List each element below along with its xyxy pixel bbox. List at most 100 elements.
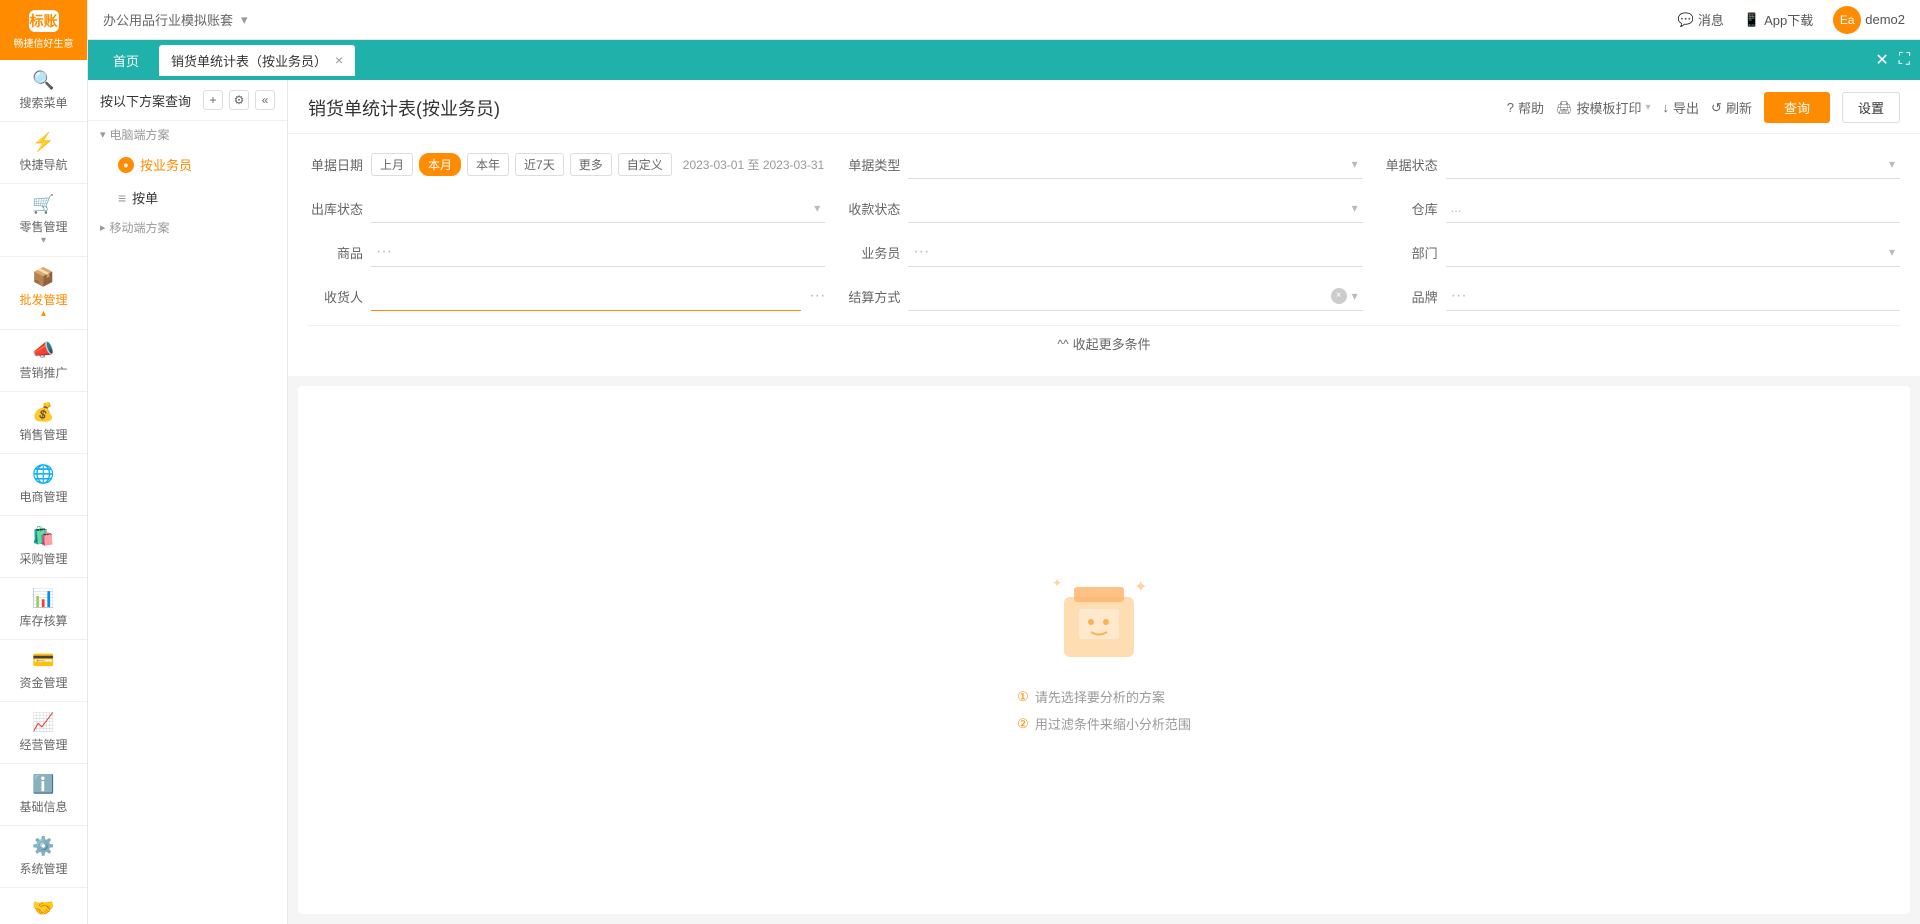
add-scheme-btn[interactable]: + — [203, 90, 223, 110]
svg-text:✦: ✦ — [1052, 576, 1062, 590]
date-range-text: 2023-03-01 至 2023-03-31 — [683, 156, 824, 173]
date-btn-7days[interactable]: 近7天 — [515, 153, 564, 176]
date-btn-this-year[interactable]: 本年 — [467, 153, 509, 176]
tab-bar-right: ✕ ⛶ — [1875, 50, 1910, 70]
settings-btn[interactable]: 设置 — [1842, 92, 1900, 123]
out-status-select[interactable]: ▾ — [371, 193, 825, 223]
sidebar-item-shortcut[interactable]: ⚡ 快捷导航 — [0, 122, 87, 184]
filter-row-4: 收货人 ··· 结算方式 × ▾ — [308, 281, 1900, 311]
expand-arrow-wholesale: ▴ — [41, 308, 46, 319]
tree-item-by-salesman[interactable]: ● 按业务员 — [88, 148, 287, 181]
filter-row-2: 出库状态 ▾ 收款状态 ▾ 仓库 — [308, 193, 1900, 223]
message-btn[interactable]: 💬 消息 — [1678, 10, 1724, 29]
out-status-label: 出库状态 — [308, 199, 363, 218]
date-btn-this-month[interactable]: 本月 — [419, 153, 461, 176]
active-dot: ● — [118, 157, 134, 173]
tab-window-close[interactable]: ✕ — [1875, 50, 1888, 70]
salesman-select[interactable]: ··· — [908, 237, 1362, 267]
sidebar-item-operations[interactable]: 📈 经营管理 — [0, 702, 87, 764]
receiver-dots[interactable]: ··· — [809, 287, 825, 305]
out-status-dropdown-icon: ▾ — [814, 201, 820, 215]
sidebar-item-finance[interactable]: 💳 资金管理 — [0, 640, 87, 702]
receiver-input[interactable] — [371, 281, 801, 311]
date-btn-last-month[interactable]: 上月 — [371, 153, 413, 176]
sidebar-item-inventory[interactable]: 📊 库存核算 — [0, 578, 87, 640]
settlement-dropdown-icon: ▾ — [1352, 289, 1358, 303]
right-content: 销货单统计表(按业务员) ? 帮助 🖨 按模板打印 ▾ ↓ 导出 — [288, 80, 1920, 924]
page-title-bar: 销货单统计表(按业务员) ? 帮助 🖨 按模板打印 ▾ ↓ 导出 — [288, 80, 1920, 134]
app-logo[interactable]: 标账 畅捷信好生意 — [0, 0, 88, 60]
collapse-panel-btn[interactable]: « — [255, 90, 275, 110]
page-title: 销货单统计表(按业务员) — [308, 95, 500, 121]
settlement-select[interactable]: × ▾ — [908, 281, 1362, 311]
doc-status-label: 单据状态 — [1383, 155, 1438, 174]
header-breadcrumb: 办公用品行业模拟账套 ▾ — [103, 10, 248, 29]
help-icon: ? — [1507, 100, 1514, 115]
print-dropdown-arrow: ▾ — [1646, 102, 1651, 113]
settlement-clear-btn[interactable]: × — [1331, 288, 1347, 304]
page-actions: ? 帮助 🖨 按模板打印 ▾ ↓ 导出 ↺ 刷新 — [1507, 92, 1900, 123]
settlement-label: 结算方式 — [845, 287, 900, 306]
print-btn[interactable]: 🖨 按模板打印 ▾ — [1556, 98, 1651, 117]
dropdown-arrow[interactable]: ▾ — [241, 12, 248, 28]
user-profile-btn[interactable]: Ea demo2 — [1833, 6, 1905, 34]
left-panel-title: 按以下方案查询 — [100, 91, 191, 110]
sidebar-item-basic[interactable]: ℹ️ 基础信息 — [0, 764, 87, 826]
collapse-up-icon: ^^ — [1057, 337, 1068, 351]
left-panel-actions: + ⚙ « — [203, 90, 275, 110]
payment-status-label: 收款状态 — [845, 199, 900, 218]
operations-icon: 📈 — [32, 712, 54, 733]
product-select[interactable]: ··· — [371, 237, 825, 267]
date-label: 单据日期 — [308, 155, 363, 174]
sidebar-item-system[interactable]: ⚙️ 系统管理 — [0, 826, 87, 888]
payment-status-select[interactable]: ▾ — [908, 193, 1362, 223]
tab-close-btn[interactable]: × — [335, 53, 343, 67]
help-btn[interactable]: ? 帮助 — [1507, 98, 1544, 117]
warehouse-select[interactable]: ... — [1446, 193, 1900, 223]
export-btn[interactable]: ↓ 导出 — [1663, 98, 1700, 117]
doc-status-dropdown-icon: ▾ — [1889, 157, 1895, 171]
date-btn-more[interactable]: 更多 — [570, 153, 612, 176]
sidebar-item-search[interactable]: 🔍 搜索菜单 — [0, 60, 87, 122]
filter-doc-type: 单据类型 ▾ — [845, 149, 1362, 179]
sidebar-item-wholesale[interactable]: 📦 批发管理 ▴ — [0, 257, 87, 330]
collapse-row: ^^ 收起更多条件 — [308, 325, 1900, 361]
department-select[interactable]: ▾ — [1446, 237, 1900, 267]
filter-payment-status: 收款状态 ▾ — [845, 193, 1362, 223]
refresh-btn[interactable]: ↺ 刷新 — [1711, 98, 1752, 117]
payment-status-dropdown-icon: ▾ — [1352, 201, 1358, 215]
tree-section-mobile: ▸ 移动端方案 — [88, 214, 287, 241]
sidebar-item-sales[interactable]: 💰 销售管理 — [0, 392, 87, 454]
doc-type-label: 单据类型 — [845, 155, 900, 174]
filter-brand: 品牌 ··· — [1383, 281, 1900, 311]
sidebar-item-marketing[interactable]: 📣 营销推广 — [0, 330, 87, 392]
message-icon: 💬 — [1678, 12, 1694, 28]
query-btn[interactable]: 查询 — [1764, 92, 1830, 123]
filter-settlement: 结算方式 × ▾ — [845, 281, 1362, 311]
wholesale-icon: 📦 — [32, 267, 54, 288]
app-download-btn[interactable]: 📱 App下载 — [1744, 10, 1813, 29]
tree-item-by-order[interactable]: ≡ 按单 — [88, 181, 287, 214]
sales-icon: 💰 — [32, 402, 54, 423]
filter-row-1: 单据日期 上月 本月 本年 近7天 更多 自定义 2023-03-01 至 20… — [308, 149, 1900, 179]
shortcut-icon: ⚡ — [32, 132, 54, 153]
settings-scheme-btn[interactable]: ⚙ — [229, 90, 249, 110]
svg-text:✦: ✦ — [1134, 579, 1147, 596]
sidebar-item-purchase[interactable]: 🛍️ 采购管理 — [0, 516, 87, 578]
date-btn-custom[interactable]: 自定义 — [618, 153, 672, 176]
sidebar-item-enterprise[interactable]: 🤝 企业协同 — [0, 888, 87, 924]
collapse-btn[interactable]: ^^ 收起更多条件 — [1057, 334, 1150, 353]
export-icon: ↓ — [1663, 100, 1670, 115]
tab-home[interactable]: 首页 — [98, 45, 154, 76]
filter-date: 单据日期 上月 本月 本年 近7天 更多 自定义 2023-03-01 至 20… — [308, 153, 825, 176]
settings-icon: ⚙ — [234, 93, 245, 107]
brand-select[interactable]: ··· — [1446, 281, 1900, 311]
tab-window-maximize[interactable]: ⛶ — [1899, 51, 1910, 69]
sidebar-item-ecommerce[interactable]: 🌐 电商管理 — [0, 454, 87, 516]
search-nav-icon: 🔍 — [32, 70, 54, 91]
tab-active[interactable]: 销货单统计表（按业务员） × — [159, 45, 355, 76]
print-icon: 🖨 — [1556, 100, 1573, 116]
doc-status-select[interactable]: ▾ — [1446, 149, 1900, 179]
doc-type-select[interactable]: ▾ — [908, 149, 1362, 179]
sidebar-item-retail[interactable]: 🛒 零售管理 ▾ — [0, 184, 87, 257]
